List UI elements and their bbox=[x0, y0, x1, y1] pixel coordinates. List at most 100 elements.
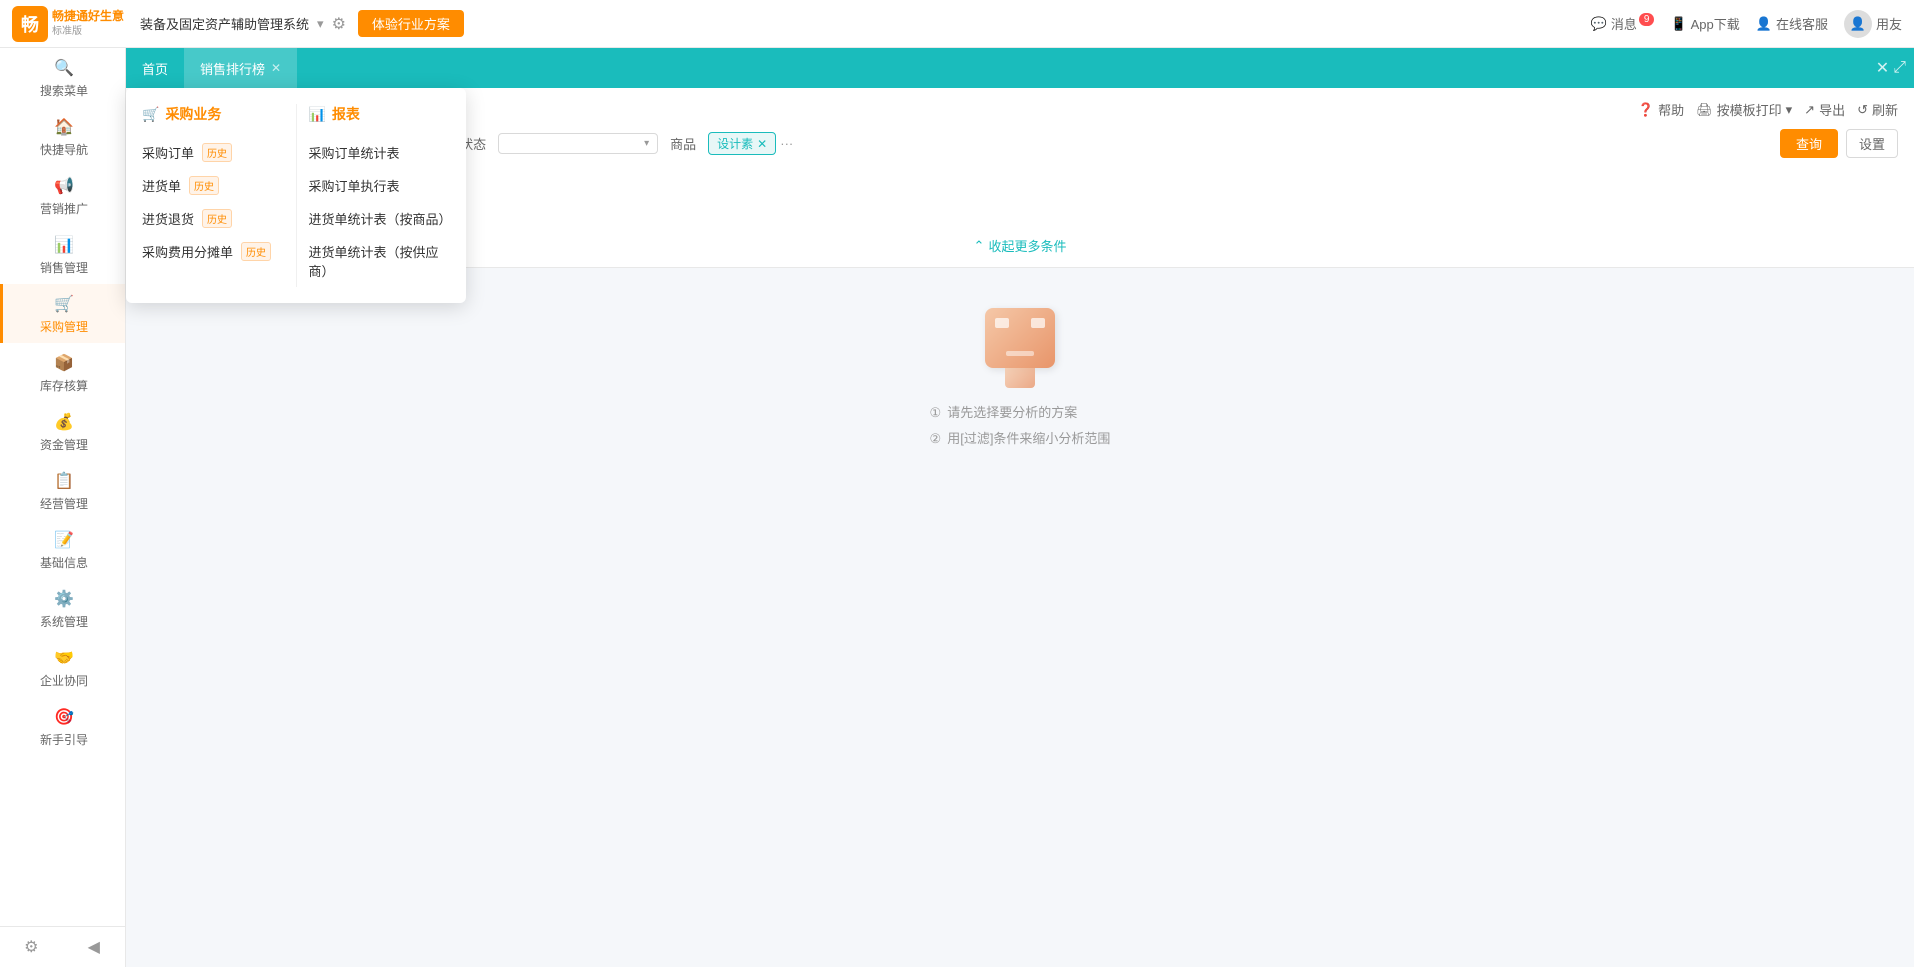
goods-label: 商品 bbox=[670, 134, 696, 153]
sidebar-item-enterprise[interactable]: 🤝 企业协同 bbox=[0, 638, 125, 697]
sidebar-item-guide[interactable]: 🎯 新手引导 bbox=[0, 697, 125, 756]
purchase-icon: 🛒 bbox=[54, 294, 74, 314]
sidebar-label-sales: 销售管理 bbox=[40, 259, 88, 276]
menu-item-incoming-by-goods[interactable]: 进货单统计表（按商品） bbox=[309, 202, 451, 235]
basicinfo-icon: 📝 bbox=[54, 530, 74, 550]
app-download-button[interactable]: 📱 App下载 bbox=[1670, 14, 1739, 33]
refresh-label: 刷新 bbox=[1872, 100, 1898, 119]
sales-icon: 📊 bbox=[54, 235, 74, 255]
action-buttons: 查询 设置 bbox=[1780, 129, 1898, 158]
notification-badge: 9 bbox=[1639, 13, 1655, 26]
goods-tag: 设计素 ✕ bbox=[708, 132, 776, 155]
menu-item-incoming-by-supplier[interactable]: 进货单统计表（按供应商） bbox=[309, 235, 451, 287]
sidebar: 🔍 搜索菜单 🏠 快捷导航 📢 营销推广 📊 销售管理 🛒 采购管理 📦 bbox=[0, 48, 126, 967]
tabs-right-controls: ✕ ⤢ bbox=[1876, 58, 1914, 78]
notification-label: 消息 bbox=[1611, 14, 1637, 33]
settings-bottom-button[interactable]: ⚙ bbox=[0, 927, 63, 967]
export-icon: ↗ bbox=[1804, 102, 1815, 118]
menu-item-return[interactable]: 进货退货 历史 bbox=[142, 202, 284, 235]
refresh-button[interactable]: ↺ 刷新 bbox=[1857, 100, 1898, 119]
message-icon: 💬 bbox=[1591, 16, 1607, 32]
sidebar-item-purchase[interactable]: 🛒 采购管理 bbox=[0, 284, 125, 343]
history-tag-expense: 历史 bbox=[241, 242, 271, 261]
title-dropdown-icon[interactable]: ▾ bbox=[317, 16, 324, 32]
purchase-section-icon: 🛒 bbox=[142, 106, 159, 123]
sidebar-label-finance: 资金管理 bbox=[40, 436, 88, 453]
collapse-button[interactable]: ⌃ 收起更多条件 bbox=[974, 236, 1067, 255]
empty-tip-1: ① 请先选择要分析的方案 bbox=[930, 400, 1111, 426]
collapse-icon: ⌃ bbox=[974, 238, 985, 254]
sidebar-item-basicinfo[interactable]: 📝 基础信息 bbox=[0, 520, 125, 579]
help-icon: ❓ bbox=[1638, 102, 1654, 118]
sidebar-item-system[interactable]: ⚙️ 系统管理 bbox=[0, 579, 125, 638]
toolbar-right: ❓ 帮助 🖨 按模板打印 ▾ ↗ 导出 ↺ bbox=[1638, 100, 1898, 119]
tab-sales-ranking[interactable]: 销售排行榜 ✕ bbox=[184, 48, 297, 88]
sidebar-label-operations: 经营管理 bbox=[40, 495, 88, 512]
refresh-icon: ↺ bbox=[1857, 102, 1868, 118]
logo-line2: 标准版 bbox=[52, 25, 124, 38]
purchase-section-title: 🛒 采购业务 bbox=[142, 104, 284, 124]
sidebar-item-operations[interactable]: 📋 经营管理 bbox=[0, 461, 125, 520]
marketing-icon: 📢 bbox=[54, 176, 74, 196]
top-right-area: 💬 消息 9 📱 App下载 👤 在线客服 👤 用友 bbox=[1591, 10, 1902, 38]
export-button[interactable]: ↗ 导出 bbox=[1804, 100, 1845, 119]
home-tab-label: 首页 bbox=[142, 59, 168, 78]
sidebar-label-enterprise: 企业协同 bbox=[40, 672, 88, 689]
empty-text: ① 请先选择要分析的方案 ② 用[过滤]条件来缩小分析范围 bbox=[930, 400, 1111, 452]
collapse-sidebar-button[interactable]: ◀ bbox=[63, 927, 126, 967]
menu-item-incoming[interactable]: 进货单 历史 bbox=[142, 169, 284, 202]
query-button[interactable]: 查询 bbox=[1780, 129, 1838, 158]
print-dropdown-icon: ▾ bbox=[1786, 102, 1793, 118]
history-tag-purchase-order: 历史 bbox=[202, 143, 232, 162]
sales-tab-label: 销售排行榜 bbox=[200, 59, 265, 78]
system-title: 装备及固定资产辅助管理系统 bbox=[140, 14, 309, 33]
enterprise-icon: 🤝 bbox=[54, 648, 74, 668]
report-section-icon: 📊 bbox=[309, 106, 326, 123]
content-main: ① 请先选择要分析的方案 ② 用[过滤]条件来缩小分析范围 bbox=[126, 268, 1914, 967]
sidebar-item-finance[interactable]: 💰 资金管理 bbox=[0, 402, 125, 461]
setting-button[interactable]: 设置 bbox=[1846, 129, 1898, 158]
app-download-label: App下载 bbox=[1691, 14, 1740, 33]
tab-close-all-icon[interactable]: ✕ bbox=[1876, 58, 1889, 78]
sidebar-item-marketing[interactable]: 📢 营销推广 bbox=[0, 166, 125, 225]
sidebar-item-search[interactable]: 🔍 搜索菜单 bbox=[0, 48, 125, 107]
print-button[interactable]: 🖨 按模板打印 ▾ bbox=[1696, 100, 1792, 119]
tab-home[interactable]: 首页 bbox=[126, 48, 184, 88]
print-icon: 🖨 bbox=[1696, 102, 1713, 118]
menu-item-order-stats[interactable]: 采购订单统计表 bbox=[309, 136, 451, 169]
menu-item-expense[interactable]: 采购费用分摊单 历史 bbox=[142, 235, 284, 268]
online-service-button[interactable]: 👤 在线客服 bbox=[1756, 14, 1828, 33]
sidebar-item-sales[interactable]: 📊 销售管理 bbox=[0, 225, 125, 284]
tab-expand-icon[interactable]: ⤢ bbox=[1893, 59, 1906, 77]
goods-tag-close[interactable]: ✕ bbox=[757, 137, 767, 151]
inventory-icon: 📦 bbox=[54, 353, 74, 373]
tab-close-icon[interactable]: ✕ bbox=[271, 61, 281, 75]
menu-item-order-exec[interactable]: 采购订单执行表 bbox=[309, 169, 451, 202]
print-label: 按模板打印 bbox=[1717, 100, 1782, 119]
doc-status-arrow: ▾ bbox=[644, 138, 649, 149]
sidebar-item-inventory[interactable]: 📦 库存核算 bbox=[0, 343, 125, 402]
user-menu[interactable]: 👤 用友 bbox=[1844, 10, 1902, 38]
sidebar-item-quicknav[interactable]: 🏠 快捷导航 bbox=[0, 107, 125, 166]
doc-status-select[interactable]: ▾ bbox=[498, 133, 658, 154]
logo-icon: 畅 bbox=[12, 6, 48, 42]
headset-icon: 👤 bbox=[1756, 16, 1772, 32]
sidebar-label-purchase: 采购管理 bbox=[40, 318, 88, 335]
user-avatar: 👤 bbox=[1844, 10, 1872, 38]
menu-item-purchase-order[interactable]: 采购订单 历史 bbox=[142, 136, 284, 169]
operations-icon: 📋 bbox=[54, 471, 74, 491]
report-section-title: 📊 报表 bbox=[309, 104, 451, 124]
username-label: 用友 bbox=[1876, 14, 1902, 33]
sidebar-label-inventory: 库存核算 bbox=[40, 377, 88, 394]
industry-button[interactable]: 体验行业方案 bbox=[358, 10, 464, 37]
help-button[interactable]: ❓ 帮助 bbox=[1638, 100, 1684, 119]
sidebar-label-basicinfo: 基础信息 bbox=[40, 554, 88, 571]
sidebar-label-system: 系统管理 bbox=[40, 613, 88, 630]
notification-button[interactable]: 💬 消息 9 bbox=[1591, 14, 1655, 33]
menu-section-report: 📊 报表 采购订单统计表 采购订单执行表 进货单统计表（按商品） 进货单统计表（… bbox=[309, 104, 451, 287]
purchase-dropdown-menu: 🛒 采购业务 采购订单 历史 进货单 历史 进货退货 历史 采购费用分摊单 历史 bbox=[126, 88, 466, 303]
gear-button[interactable]: ⚙ bbox=[332, 14, 346, 34]
goods-filter-dots[interactable]: ··· bbox=[780, 136, 793, 151]
menu-divider bbox=[296, 104, 297, 287]
system-icon: ⚙️ bbox=[54, 589, 74, 609]
